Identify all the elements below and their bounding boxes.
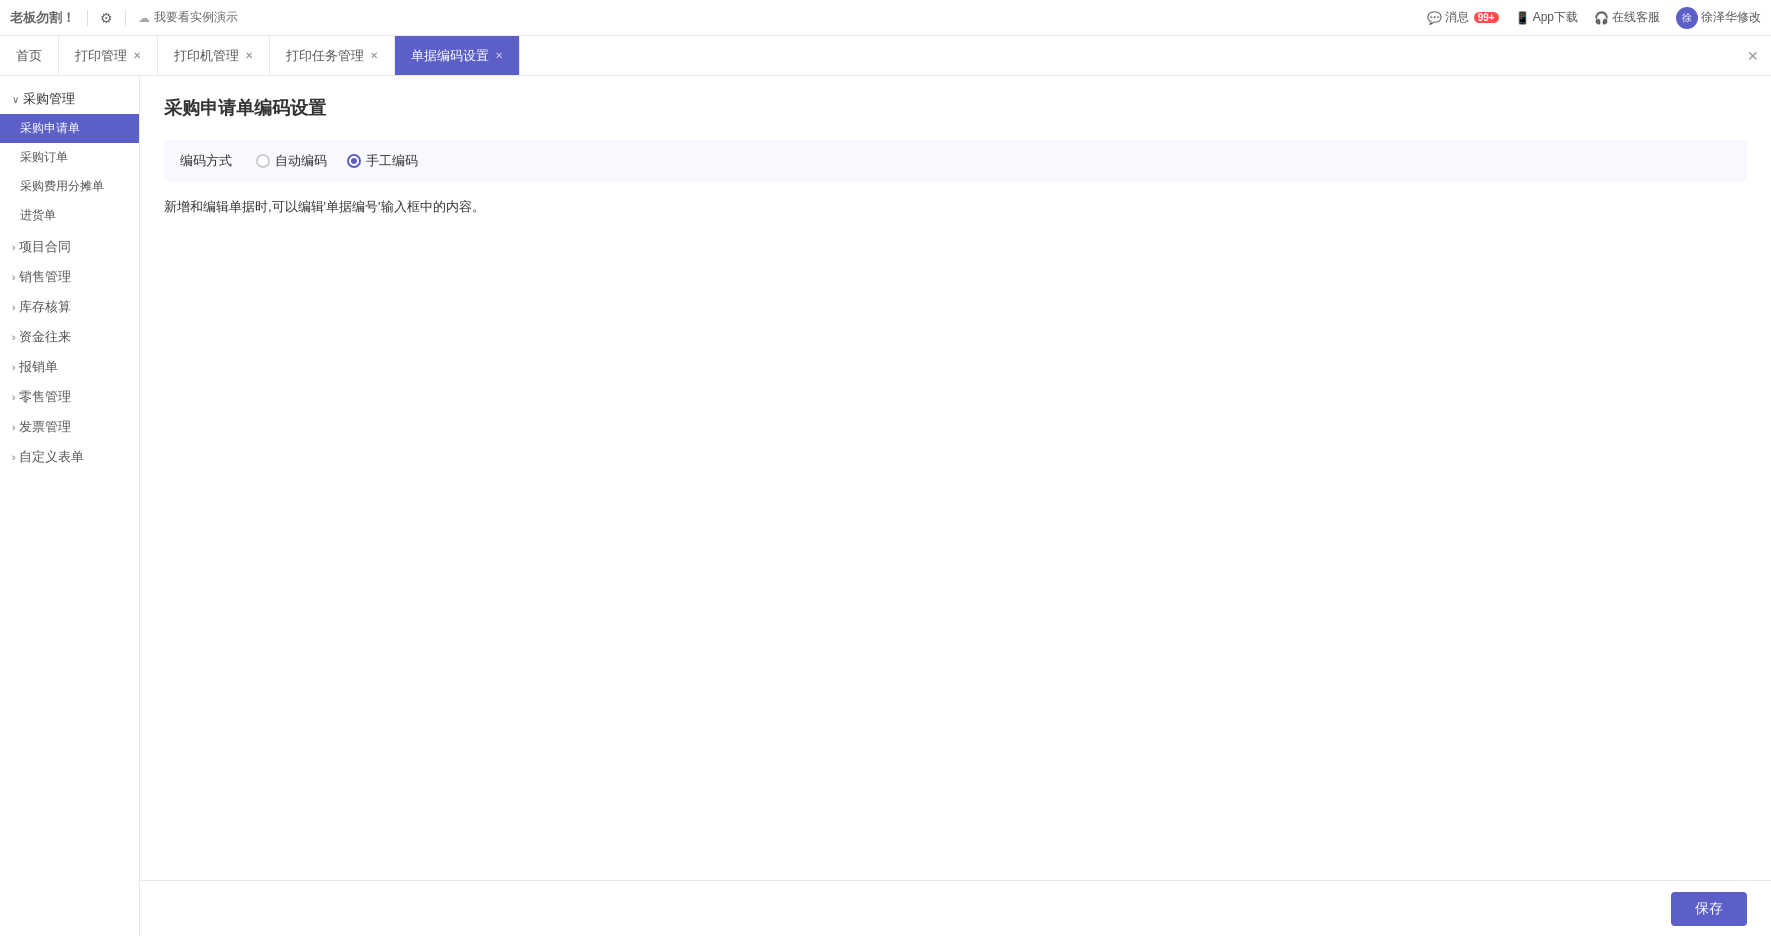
search-area[interactable]: ☁ 我要看实例演示 — [138, 9, 238, 26]
service-icon: 🎧 — [1594, 11, 1609, 25]
sidebar-item-stock-in-label: 进货单 — [20, 208, 56, 222]
chevron-down-icon: ∨ — [12, 94, 19, 105]
tab-bar: 首页 打印管理 ✕ 打印机管理 ✕ 打印任务管理 ✕ 单据编码设置 ✕ ✕ — [0, 36, 1771, 76]
sidebar-group-purchase-label: 采购管理 — [23, 90, 75, 108]
app-icon: 📱 — [1515, 11, 1530, 25]
tab-home-label: 首页 — [16, 47, 42, 65]
sidebar-item-returns-label: 报销单 — [19, 358, 58, 376]
app-logo: 老板勿割！ — [10, 9, 75, 27]
sidebar: ∨ 采购管理 采购申请单 采购订单 采购费用分摊单 进货单 › 项目合同 › 销… — [0, 76, 140, 936]
sidebar-item-inventory[interactable]: › 库存核算 — [0, 292, 139, 322]
sidebar-item-purchase-request-label: 采购申请单 — [20, 121, 80, 135]
cloud-icon: ☁ — [138, 11, 150, 25]
tab-printer-manage-label: 打印机管理 — [174, 47, 239, 65]
sidebar-item-returns[interactable]: › 报销单 — [0, 352, 139, 382]
message-label: 消息 — [1445, 9, 1469, 26]
sidebar-item-custom-form-label: 自定义表单 — [19, 448, 84, 466]
divider — [87, 10, 88, 26]
sidebar-item-purchase-order-label: 采购订单 — [20, 150, 68, 164]
sidebar-group-purchase-title[interactable]: ∨ 采购管理 — [0, 84, 139, 114]
sidebar-item-invoice-manage-label: 发票管理 — [19, 418, 71, 436]
sidebar-item-sales-manage-label: 销售管理 — [19, 268, 71, 286]
chevron-right-icon3: › — [12, 302, 15, 313]
chevron-right-icon: › — [12, 242, 15, 253]
tab-print-task-manage-label: 打印任务管理 — [286, 47, 364, 65]
sidebar-item-stock-in[interactable]: 进货单 — [0, 201, 139, 230]
content-body: 采购申请单编码设置 编码方式 自动编码 手工编码 — [140, 76, 1771, 880]
sidebar-item-project-contract-label: 项目合同 — [19, 238, 71, 256]
sidebar-item-retail-manage-label: 零售管理 — [19, 388, 71, 406]
tab-print-manage[interactable]: 打印管理 ✕ — [59, 36, 158, 75]
message-badge: 99+ — [1474, 12, 1499, 23]
hint-text: 新增和编辑单据时,可以编辑'单据编号'输入框中的内容。 — [164, 198, 1747, 216]
sidebar-item-custom-form[interactable]: › 自定义表单 — [0, 442, 139, 472]
chevron-right-icon8: › — [12, 452, 15, 463]
sidebar-item-project-contract[interactable]: › 项目合同 — [0, 232, 139, 262]
content-footer: 保存 — [140, 880, 1771, 936]
chevron-right-icon4: › — [12, 332, 15, 343]
tab-single-code-set[interactable]: 单据编码设置 ✕ — [395, 36, 520, 75]
encoding-section: 编码方式 自动编码 手工编码 — [164, 140, 1747, 182]
sidebar-item-retail-manage[interactable]: › 零售管理 — [0, 382, 139, 412]
save-button[interactable]: 保存 — [1671, 892, 1747, 926]
app-download-button[interactable]: 📱 App下载 — [1515, 9, 1578, 26]
sidebar-item-capital[interactable]: › 资金往来 — [0, 322, 139, 352]
sidebar-group-purchase: ∨ 采购管理 采购申请单 采购订单 采购费用分摊单 进货单 — [0, 84, 139, 230]
tab-print-task-manage[interactable]: 打印任务管理 ✕ — [270, 36, 395, 75]
content-area: 采购申请单编码设置 编码方式 自动编码 手工编码 — [140, 76, 1771, 936]
main-layout: ∨ 采购管理 采购申请单 采购订单 采购费用分摊单 进货单 › 项目合同 › 销… — [0, 76, 1771, 936]
tab-print-manage-label: 打印管理 — [75, 47, 127, 65]
search-text[interactable]: 我要看实例演示 — [154, 9, 238, 26]
username: 徐泽华修改 — [1701, 9, 1761, 26]
encoding-label: 编码方式 — [180, 152, 232, 170]
auto-code-label: 自动编码 — [275, 152, 327, 170]
user-menu[interactable]: 徐 徐泽华修改 — [1676, 7, 1761, 29]
sidebar-item-purchase-expense[interactable]: 采购费用分摊单 — [0, 172, 139, 201]
sidebar-item-purchase-expense-label: 采购费用分摊单 — [20, 179, 104, 193]
chevron-right-icon5: › — [12, 362, 15, 373]
top-bar: 老板勿割！ ☁ 我要看实例演示 💬 消息 99+ 📱 App下载 🎧 在线客服 … — [0, 0, 1771, 36]
radio-auto-code[interactable]: 自动编码 — [256, 152, 327, 170]
message-icon: 💬 — [1427, 11, 1442, 25]
manual-code-label: 手工编码 — [366, 152, 418, 170]
sidebar-item-sales-manage[interactable]: › 销售管理 — [0, 262, 139, 292]
divider2 — [125, 10, 126, 26]
app-download-label: App下载 — [1533, 9, 1578, 26]
tab-single-code-set-label: 单据编码设置 — [411, 47, 489, 65]
message-button[interactable]: 💬 消息 99+ — [1427, 9, 1499, 26]
radio-manual-code[interactable]: 手工编码 — [347, 152, 418, 170]
tab-printer-manage[interactable]: 打印机管理 ✕ — [158, 36, 270, 75]
radio-auto-circle — [256, 154, 270, 168]
service-label: 在线客服 — [1612, 9, 1660, 26]
tab-bar-global-close[interactable]: ✕ — [1735, 36, 1771, 75]
tab-single-code-set-close[interactable]: ✕ — [495, 50, 503, 61]
tab-home[interactable]: 首页 — [0, 36, 59, 75]
tab-print-manage-close[interactable]: ✕ — [133, 50, 141, 61]
radio-group: 自动编码 手工编码 — [256, 152, 418, 170]
service-button[interactable]: 🎧 在线客服 — [1594, 9, 1660, 26]
settings-icon[interactable] — [100, 10, 113, 26]
tab-print-task-manage-close[interactable]: ✕ — [370, 50, 378, 61]
chevron-right-icon7: › — [12, 422, 15, 433]
sidebar-item-purchase-request[interactable]: 采购申请单 — [0, 114, 139, 143]
chevron-right-icon6: › — [12, 392, 15, 403]
chevron-right-icon2: › — [12, 272, 15, 283]
top-bar-right: 💬 消息 99+ 📱 App下载 🎧 在线客服 徐 徐泽华修改 — [1427, 7, 1761, 29]
sidebar-item-capital-label: 资金往来 — [19, 328, 71, 346]
page-title: 采购申请单编码设置 — [164, 96, 1747, 120]
radio-manual-circle — [347, 154, 361, 168]
sidebar-item-inventory-label: 库存核算 — [19, 298, 71, 316]
tab-printer-manage-close[interactable]: ✕ — [245, 50, 253, 61]
sidebar-item-purchase-order[interactable]: 采购订单 — [0, 143, 139, 172]
sidebar-item-invoice-manage[interactable]: › 发票管理 — [0, 412, 139, 442]
avatar: 徐 — [1676, 7, 1698, 29]
